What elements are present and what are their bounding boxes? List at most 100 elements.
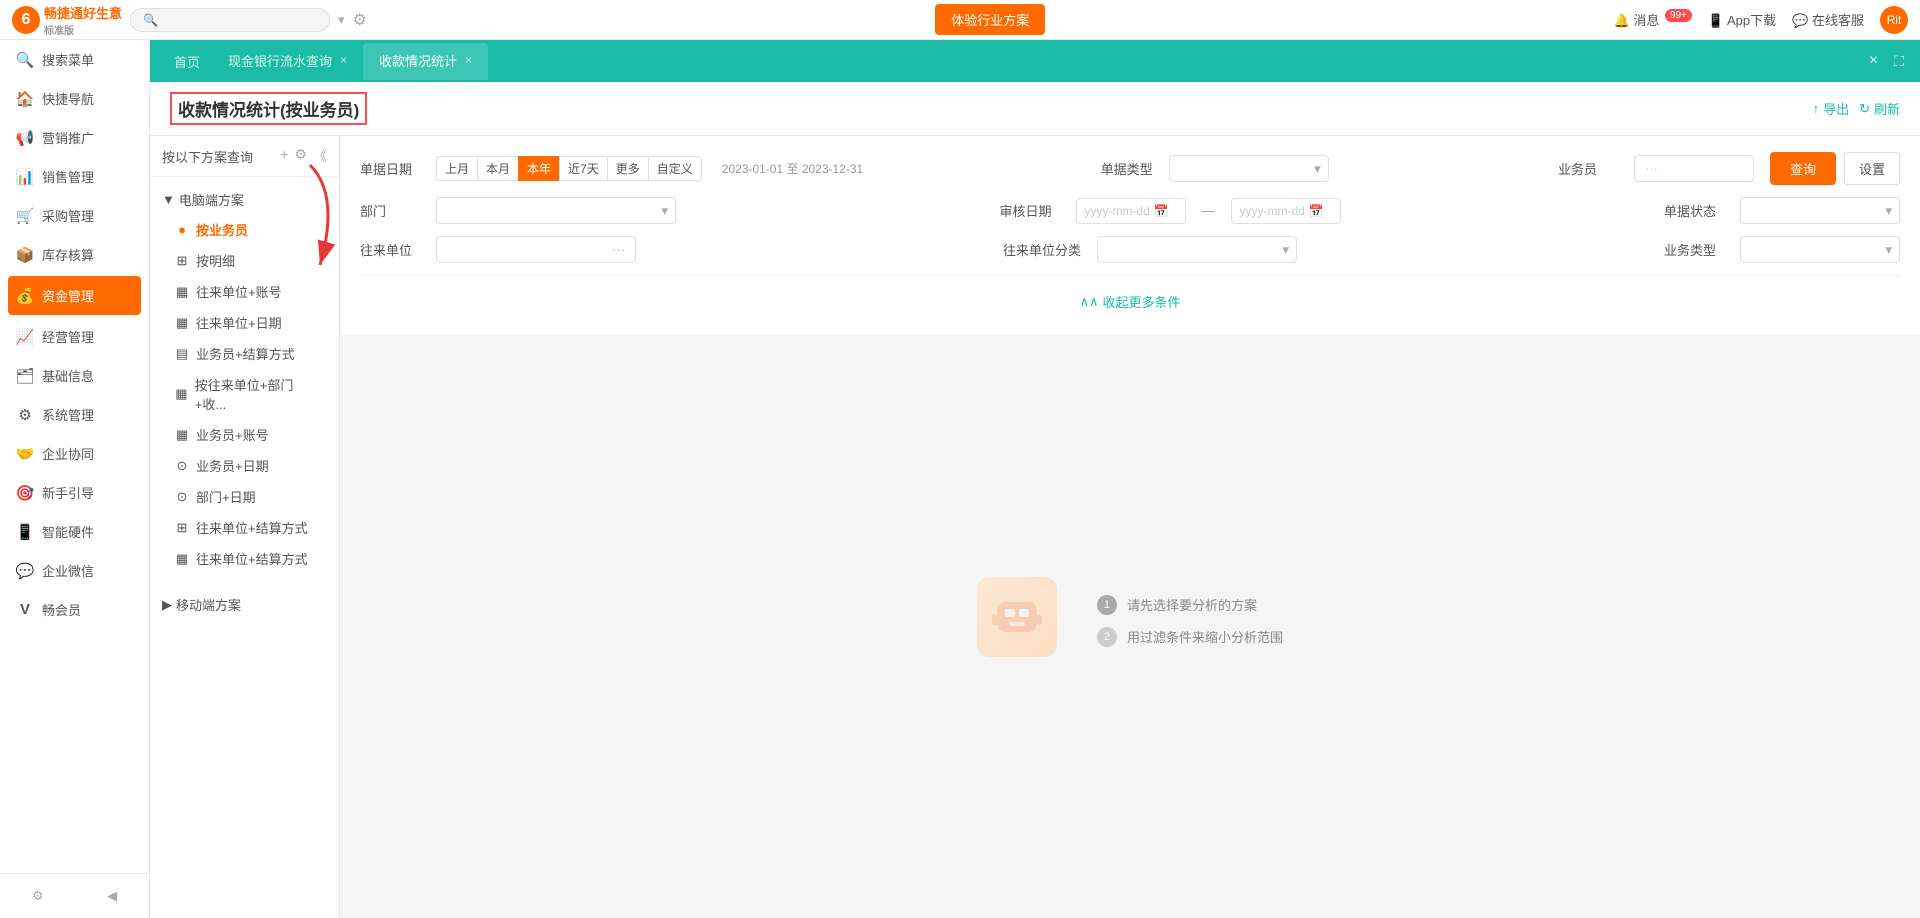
scheme-by-detail[interactable]: ⊞ 按明细 xyxy=(150,245,339,276)
partner-more-icon[interactable]: ··· xyxy=(612,242,625,257)
sidebar-item-guide[interactable]: 🎯 新手引导 xyxy=(0,473,149,512)
sidebar-item-finance[interactable]: 💰 资金管理 xyxy=(8,276,141,315)
date-tab-last-month[interactable]: 上月 xyxy=(436,156,477,181)
scheme-salesman-account[interactable]: ▦ 业务员+账号 xyxy=(150,419,339,450)
refresh-icon: ↻ xyxy=(1859,101,1870,117)
tab-bank-flow[interactable]: 现金银行流水查询 × xyxy=(212,43,363,80)
settings-icon[interactable]: ⚙ xyxy=(353,10,367,30)
query-btn[interactable]: 查询 xyxy=(1770,152,1836,185)
left-panel-header-label: 按以下方案查询 xyxy=(162,147,274,166)
partner-category-select[interactable] xyxy=(1097,236,1297,263)
top-bar-right: 🔔 消息 99+ 📱 App下载 💬 在线客服 Rit xyxy=(1614,6,1908,34)
scheme-icon: ▦ xyxy=(174,284,190,300)
scheme-dept-date[interactable]: ⊙ 部门+日期 xyxy=(150,481,339,512)
date-tab-last7[interactable]: 近7天 xyxy=(559,156,607,181)
message-badge: 99+ xyxy=(1665,9,1692,22)
export-btn[interactable]: ↑ 导出 xyxy=(1813,99,1850,118)
scheme-salesman-date[interactable]: ⊙ 业务员+日期 xyxy=(150,450,339,481)
scheme-icon: ▦ xyxy=(174,551,190,567)
empty-state-steps: 1 请先选择要分析的方案 2 用过滤条件来缩小分析范围 xyxy=(1097,595,1283,659)
collapse-btn[interactable]: ∧∧ 收起更多条件 xyxy=(1079,284,1180,319)
doc-status-select[interactable] xyxy=(1740,197,1900,224)
partner-input-wrap[interactable]: ··· xyxy=(436,236,636,263)
doc-type-label: 单据类型 xyxy=(1093,159,1153,178)
chart-icon: 📊 xyxy=(16,168,34,186)
scheme-partner-settle2[interactable]: ▦ 往来单位+结算方式 xyxy=(150,543,339,574)
user-avatar[interactable]: Rit xyxy=(1880,6,1908,34)
dept-select-wrap xyxy=(436,197,676,224)
sidebar-settings-btn[interactable]: ⚙ xyxy=(26,882,50,910)
trial-button[interactable]: 体验行业方案 xyxy=(935,4,1045,35)
collapse-row: ∧∧ 收起更多条件 xyxy=(360,275,1900,319)
manage-scheme-btn[interactable]: ⚙ xyxy=(294,146,307,166)
review-date-from[interactable]: yyyy-mm-dd 📅 xyxy=(1076,198,1186,224)
sidebar-item-inventory[interactable]: 📦 库存核算 xyxy=(0,235,149,274)
sidebar-item-basic[interactable]: 🗂 基础信息 xyxy=(0,356,149,395)
home-icon: 🏠 xyxy=(16,90,34,108)
empty-state-illustration xyxy=(977,577,1057,657)
scheme-partner-dept[interactable]: ▦ 按往来单位+部门+收... xyxy=(150,369,339,419)
sidebar-item-quick-nav[interactable]: 🏠 快捷导航 xyxy=(0,79,149,118)
sidebar-item-wechat[interactable]: 💬 企业微信 xyxy=(0,551,149,590)
brand-name: 畅捷通好生意 标准版 xyxy=(44,3,122,37)
scheme-salesman-settle[interactable]: ▤ 业务员+结算方式 xyxy=(150,338,339,369)
tab-collection[interactable]: 收款情况统计 × xyxy=(363,43,488,80)
sidebar-item-marketing[interactable]: 📢 营销推广 xyxy=(0,118,149,157)
sidebar-item-sales[interactable]: 📊 销售管理 xyxy=(0,157,149,196)
review-date-to[interactable]: yyyy-mm-dd 📅 xyxy=(1231,198,1341,224)
scheme-partner-date[interactable]: ▦ 往来单位+日期 xyxy=(150,307,339,338)
scheme-icon: ⊙ xyxy=(174,489,190,505)
tab-home[interactable]: 首页 xyxy=(162,44,212,79)
app-download-btn[interactable]: 📱 App下载 xyxy=(1708,10,1776,29)
sidebar-item-purchase[interactable]: 🛒 采购管理 xyxy=(0,196,149,235)
sidebar-collapse-btn[interactable]: ◀‍ xyxy=(101,882,123,910)
settings-btn[interactable]: 设置 xyxy=(1844,152,1900,185)
main-layout: 🔍 搜索菜单 🏠 快捷导航 📢 营销推广 📊 销售管理 🛒 采购管理 📦 库存核… xyxy=(0,40,1920,918)
message-btn[interactable]: 🔔 消息 99+ xyxy=(1614,10,1692,29)
dept-select[interactable] xyxy=(436,197,676,224)
scheme-partner-account[interactable]: ▦ 往来单位+账号 xyxy=(150,276,339,307)
right-content: 单据日期 上月 本月 本年 近7天 更多 自定义 2023-01-01 至 20… xyxy=(340,136,1920,918)
sidebar-item-operation[interactable]: 📈 经营管理 xyxy=(0,317,149,356)
sidebar-item-hardware[interactable]: 📱 智能硬件 xyxy=(0,512,149,551)
salesman-input-wrap: ··· xyxy=(1634,155,1754,182)
page-header-actions: ↑ 导出 ↻ 刷新 xyxy=(1813,99,1900,118)
tab-expand-btn[interactable]: ⛶ xyxy=(1890,49,1908,74)
salesman-input[interactable]: ··· xyxy=(1634,155,1754,182)
top-bar: 6 畅捷通好生意 标准版 🔍 ▾ ⚙ 体验行业方案 🔔 消息 99+ 📱 App… xyxy=(0,0,1920,40)
doc-type-select[interactable] xyxy=(1169,155,1329,182)
dropdown-icon[interactable]: ▾ xyxy=(338,12,345,28)
tab-bank-flow-close[interactable]: × xyxy=(340,53,347,67)
page-title: 收款情况统计(按业务员) xyxy=(170,92,367,125)
sidebar-item-system[interactable]: ⚙ 系统管理 xyxy=(0,395,149,434)
date-tab-this-year[interactable]: 本年 xyxy=(518,156,559,181)
sidebar-item-search[interactable]: 🔍 搜索菜单 xyxy=(0,40,149,79)
refresh-btn[interactable]: ↻ 刷新 xyxy=(1859,99,1900,118)
sidebar-item-enterprise[interactable]: 🤝 企业协同 xyxy=(0,434,149,473)
scheme-partner-settle1[interactable]: ⊞ 往来单位+结算方式 xyxy=(150,512,339,543)
filter-row-2: 部门 审核日期 yyyy-mm-dd 📅 — xyxy=(360,197,1900,224)
mobile-schemes-toggle[interactable]: ▶ 移动端方案 xyxy=(150,590,339,619)
top-search-bar[interactable]: 🔍 xyxy=(130,8,330,32)
scheme-icon: ▤ xyxy=(174,346,190,362)
tab-window-close-btn[interactable]: × xyxy=(1865,48,1882,74)
collapse-panel-btn[interactable]: 《 xyxy=(313,146,327,166)
online-service-btn[interactable]: 💬 在线客服 xyxy=(1792,10,1864,29)
sidebar-item-member[interactable]: V 畅会员 xyxy=(0,590,149,629)
business-type-select[interactable] xyxy=(1740,236,1900,263)
date-tab-this-month[interactable]: 本月 xyxy=(477,156,518,181)
logo-icon: 6 xyxy=(12,6,40,34)
date-range-display: 2023-01-01 至 2023-12-31 xyxy=(722,160,863,177)
add-scheme-btn[interactable]: + xyxy=(280,146,288,166)
date-tab-custom[interactable]: 自定义 xyxy=(648,156,702,181)
doc-status-label: 单据状态 xyxy=(1664,201,1724,220)
tab-collection-close[interactable]: × xyxy=(465,53,472,67)
date-tab-more[interactable]: 更多 xyxy=(607,156,648,181)
desktop-schemes-toggle[interactable]: ▼ 电脑端方案 xyxy=(150,185,339,214)
export-icon: ↑ xyxy=(1813,101,1820,116)
inner-layout: 按以下方案查询 + ⚙ 《 xyxy=(150,136,1920,918)
doc-status-select-wrap xyxy=(1740,197,1900,224)
business-type-label: 业务类型 xyxy=(1664,240,1724,259)
scheme-by-salesman[interactable]: ● 按业务员 xyxy=(150,214,339,245)
empty-state: 1 请先选择要分析的方案 2 用过滤条件来缩小分析范围 xyxy=(340,335,1920,918)
